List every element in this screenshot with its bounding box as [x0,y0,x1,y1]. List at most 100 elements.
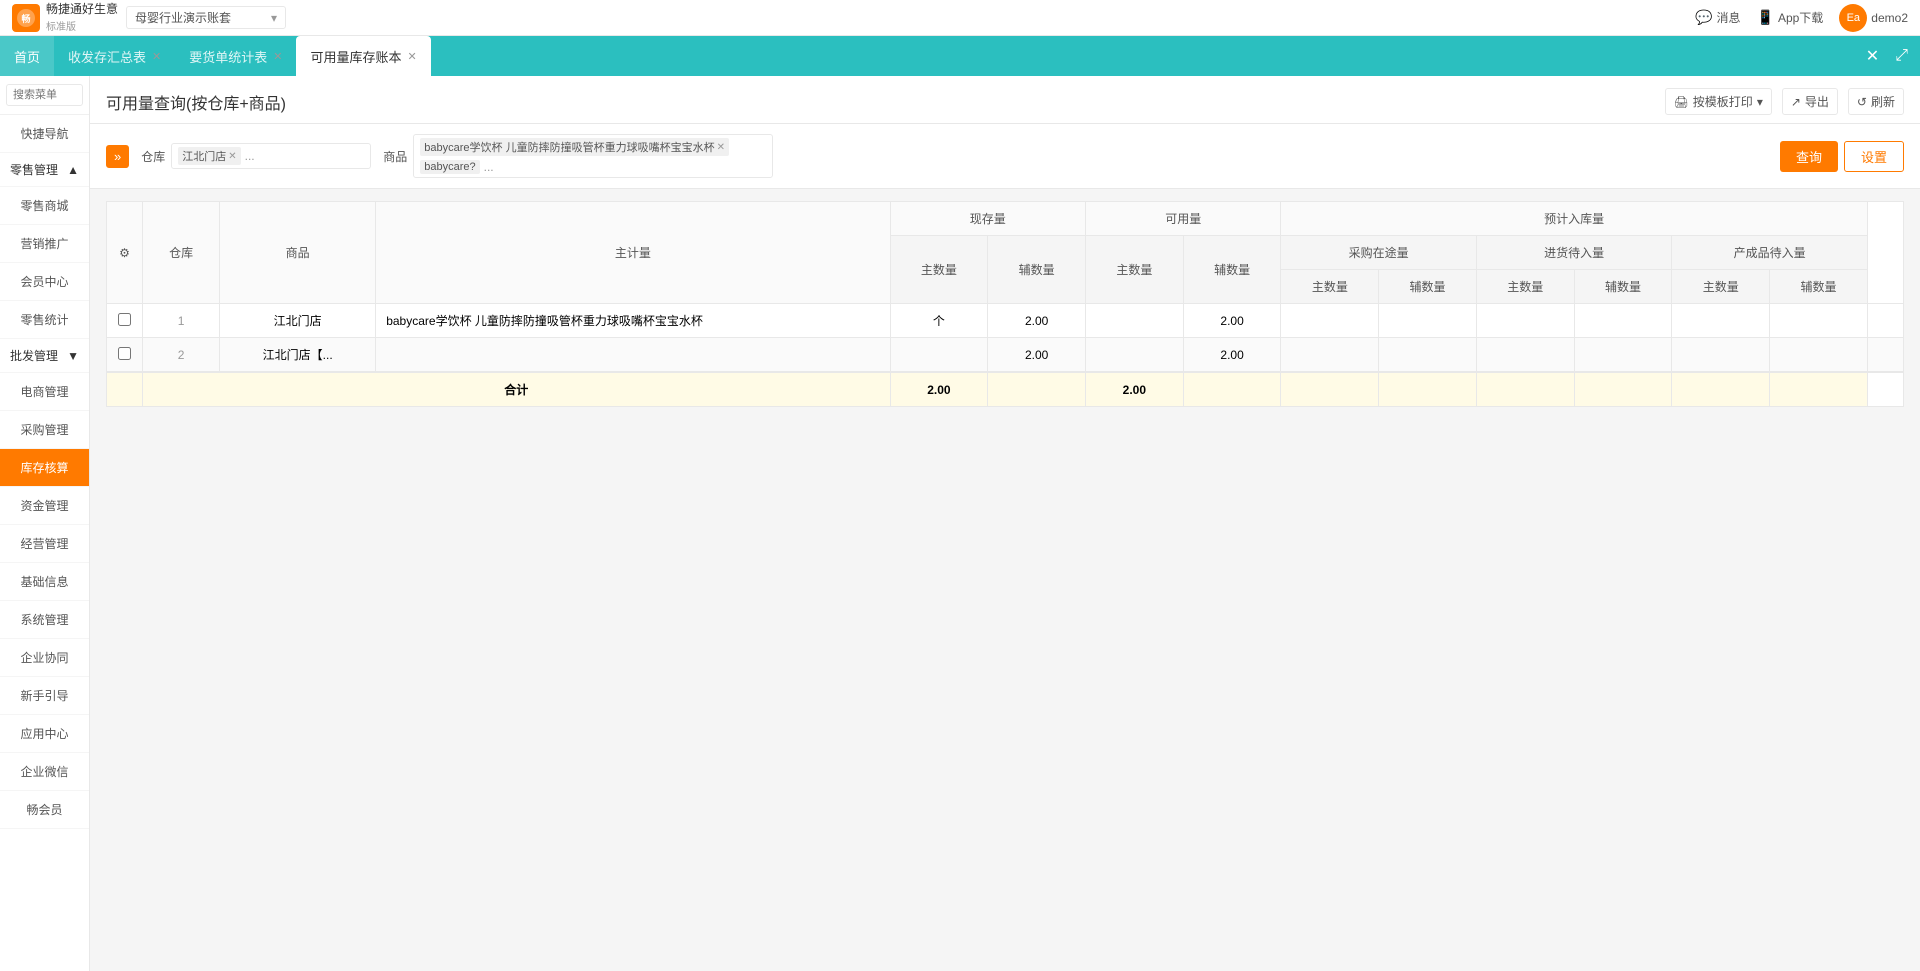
col-warehouse: 仓库 [143,202,220,304]
tab-receive-pay-close[interactable]: ✕ [152,50,161,63]
row-purchase-aux [1476,338,1574,373]
footer-stock-aux [988,372,1086,407]
footer-production-main [1672,372,1770,407]
warehouse-filter-tags[interactable]: 江北门店 ✕ ... [171,143,371,169]
sidebar-item-retail-stats[interactable]: 零售统计 [0,301,89,339]
export-btn[interactable]: ↗ 导出 [1782,88,1838,115]
sidebar-item-app-center[interactable]: 应用中心 [0,715,89,753]
user-avatar: Ea [1839,4,1867,32]
product-tag-1: babycare学饮杯 儿童防摔防撞吸管杯重力球吸嘴杯宝宝水杯 ✕ [420,138,729,156]
tab-home-label: 首页 [14,47,40,66]
phone-icon: 📱 [1757,9,1774,26]
sidebar-item-newbie[interactable]: 新手引导 [0,677,89,715]
row-checkbox[interactable] [107,338,143,373]
footer-label: 合计 [143,372,891,407]
sidebar-item-finance[interactable]: 资金管理 [0,487,89,525]
header-right: 💬 消息 📱 App下载 Ea demo2 [1695,4,1908,32]
sidebar-item-enterprise[interactable]: 企业协同 [0,639,89,677]
industry-label: 母婴行业演示账套 [135,9,231,26]
print-icon: 🖨 [1674,95,1689,109]
print-btn[interactable]: 🖨 按模板打印 ▾ [1665,88,1772,115]
row-purchase-main [1379,304,1477,338]
app-download-action[interactable]: 📱 App下载 [1757,9,1824,26]
tab-receive-pay[interactable]: 收发存汇总表 ✕ [54,36,175,76]
refresh-icon: ↺ [1857,95,1867,109]
col-group-available: 可用量 [1085,202,1280,236]
sidebar-item-basics[interactable]: 基础信息 [0,563,89,601]
sidebar-item-wholesale[interactable]: 批发管理 ▼ [0,339,89,373]
industry-selector[interactable]: 母婴行业演示账套 ▾ [126,6,286,29]
table-row: 2 江北门店【... 2.00 2.00 [107,338,1904,373]
warehouse-tag-1-remove[interactable]: ✕ [228,151,236,162]
table-footer: 合计 2.00 2.00 [107,372,1904,407]
warehouse-filter-group: 仓库 江北门店 ✕ ... [141,143,371,169]
page-actions: 🖨 按模板打印 ▾ ↗ 导出 ↺ 刷新 [1665,88,1904,115]
sidebar-item-retail[interactable]: 零售管理 ▲ [0,153,89,187]
tab-available-stock[interactable]: 可用量库存账本 ✕ [296,36,430,76]
message-icon: 💬 [1695,9,1712,26]
sidebar-item-enterprise-wechat[interactable]: 企业微信 [0,753,89,791]
col-stock-aux: 辅数量 [988,236,1086,304]
row-num: 1 [143,304,220,338]
dropdown-icon: ▾ [271,11,277,25]
row-production-aux [1867,338,1903,373]
logo-text-area: 畅捷通好生意 标准版 [46,2,118,33]
page-header: 可用量查询(按仓库+商品) 🖨 按模板打印 ▾ ↗ 导出 ↺ 刷新 [90,76,1920,124]
row-unit [890,338,988,373]
tab-order-stats-close[interactable]: ✕ [273,50,282,63]
sidebar-item-member[interactable]: 会员中心 [0,263,89,301]
row-avail-aux [1281,338,1379,373]
query-btn[interactable]: 查询 [1780,141,1838,172]
sidebar-item-quick-nav[interactable]: 快捷导航 [0,115,89,153]
settings-btn[interactable]: 设置 [1844,141,1904,172]
tab-home[interactable]: 首页 [0,36,54,76]
table-area: ⚙ 仓库 商品 主计量 现存量 可用量 预计入库量 主数量 辅数量 主数量 辅数… [90,189,1920,971]
sidebar-item-marketing[interactable]: 营销推广 [0,225,89,263]
product-filter-group: 商品 babycare学饮杯 儿童防摔防撞吸管杯重力球吸嘴杯宝宝水杯 ✕ bab… [383,134,773,178]
top-header: 畅 畅捷通好生意 标准版 母婴行业演示账套 ▾ 💬 消息 📱 App下载 Ea … [0,0,1920,36]
row-incoming-aux [1672,304,1770,338]
row-product: babycare学饮杯 儿童防摔防撞吸管杯重力球吸嘴杯宝宝水杯 [376,304,890,338]
row-checkbox[interactable] [107,304,143,338]
footer-incoming-main [1476,372,1574,407]
print-dropdown-icon: ▾ [1757,95,1763,109]
row-product [376,338,890,373]
col-unit: 主计量 [376,202,890,304]
filter-right: 查询 设置 [1780,141,1904,172]
tab-order-stats[interactable]: 要货单统计表 ✕ [175,36,296,76]
sidebar-item-ecommerce[interactable]: 电商管理 [0,373,89,411]
row-purchase-main [1379,338,1477,373]
tab-available-stock-close[interactable]: ✕ [408,50,417,63]
filter-expand-btn[interactable]: » [106,145,129,168]
product-tag-1-remove[interactable]: ✕ [717,142,725,153]
row-unit: 个 [890,304,988,338]
search-input[interactable] [6,84,83,106]
filter-row: » 仓库 江北门店 ✕ ... 商品 babycare学饮杯 儿童防摔防撞吸管杯… [90,124,1920,189]
footer-stock-main: 2.00 [890,372,988,407]
sidebar-item-inventory[interactable]: 库存核算 [0,449,89,487]
message-action[interactable]: 💬 消息 [1695,9,1740,26]
sidebar-item-purchase[interactable]: 采购管理 [0,411,89,449]
footer-avail-main: 2.00 [1085,372,1183,407]
sidebar-item-operation[interactable]: 经营管理 [0,525,89,563]
logo-area: 畅 畅捷通好生意 标准版 [12,2,118,33]
product-filter-label: 商品 [383,148,407,165]
col-group-production: 产成品待入量 [1672,236,1867,270]
product-filter-tags[interactable]: babycare学饮杯 儿童防摔防撞吸管杯重力球吸嘴杯宝宝水杯 ✕ babyca… [413,134,773,178]
product-more[interactable]: ... [484,160,494,174]
maximize-btn[interactable]: ⤢ [1891,43,1912,69]
footer-purchase-main [1281,372,1379,407]
sidebar-item-vip-member[interactable]: 畅会员 [0,791,89,829]
close-all-btn[interactable]: ✕ [1862,42,1883,70]
warehouse-more[interactable]: ... [245,149,255,163]
sidebar-item-system[interactable]: 系统管理 [0,601,89,639]
row-warehouse: 江北门店 [220,304,376,338]
refresh-btn[interactable]: ↺ 刷新 [1848,88,1904,115]
col-settings[interactable]: ⚙ [107,202,143,304]
col-product: 商品 [220,202,376,304]
col-avail-main: 主数量 [1085,236,1183,304]
footer-settings [107,372,143,407]
user-area[interactable]: Ea demo2 [1839,4,1908,32]
sidebar-item-retail-mall[interactable]: 零售商城 [0,187,89,225]
col-incoming-main: 主数量 [1476,270,1574,304]
